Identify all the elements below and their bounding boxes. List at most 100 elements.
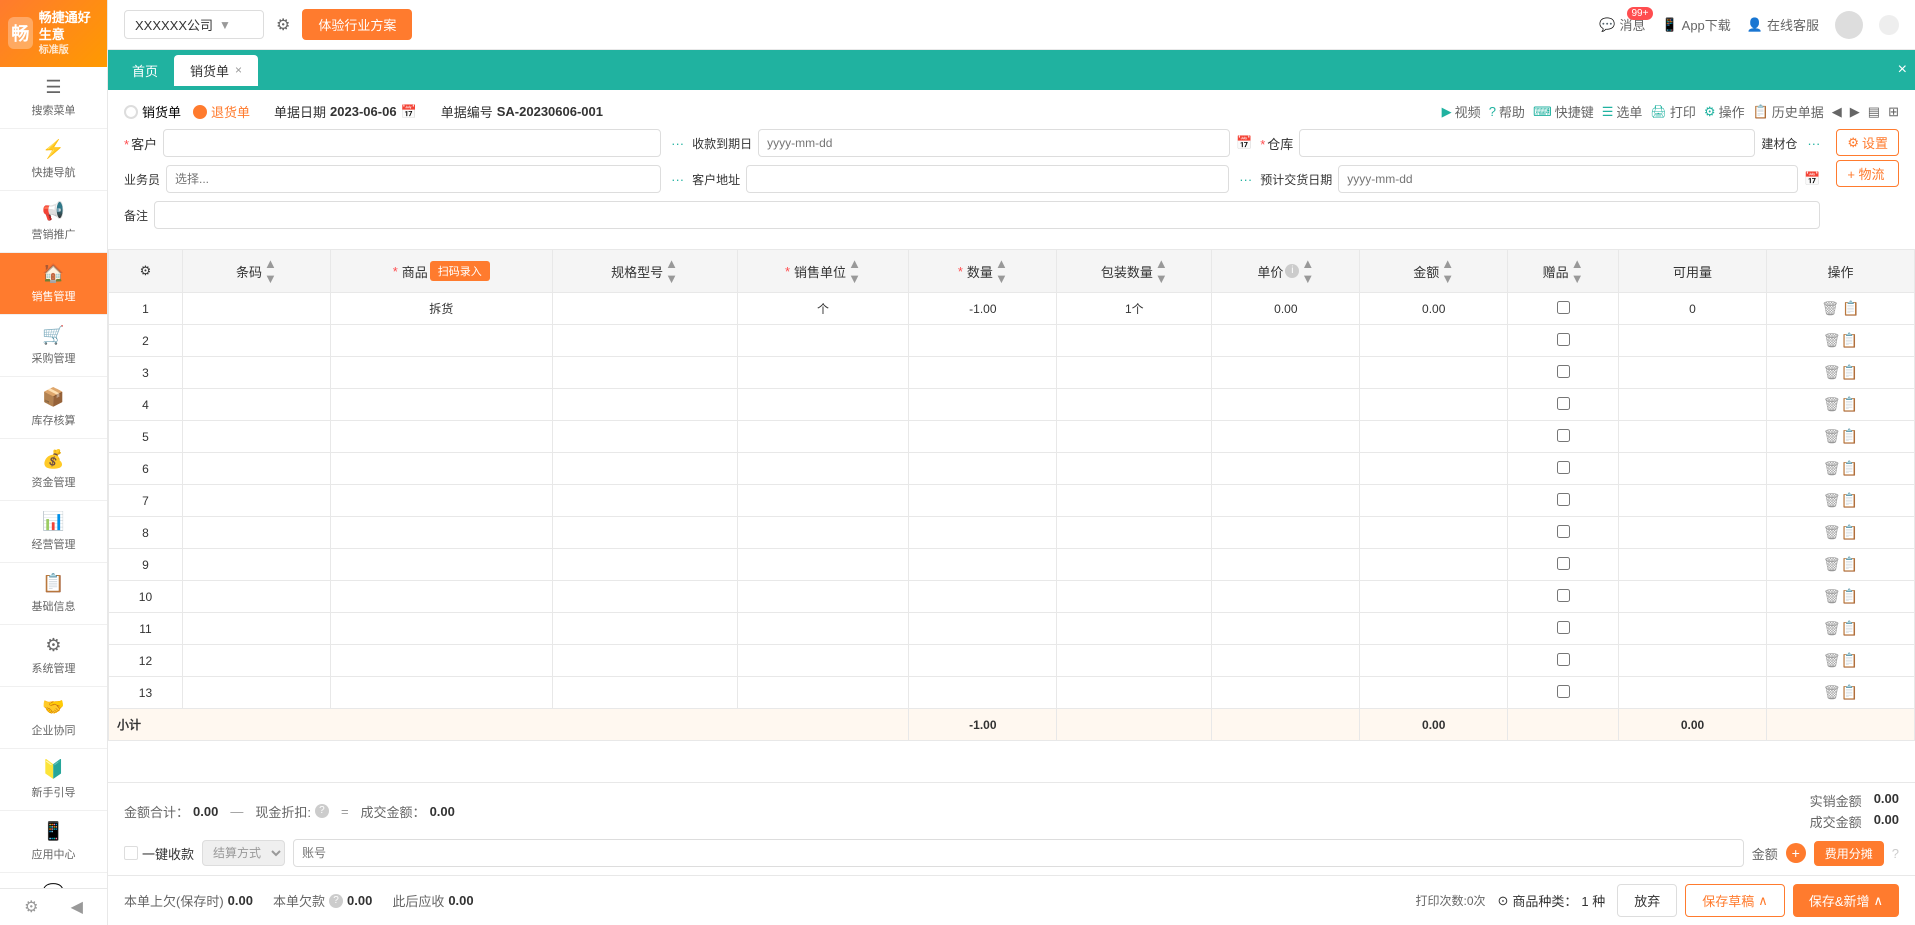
copy-icon[interactable]: 📋: [1841, 364, 1858, 380]
customer-more-icon[interactable]: ···: [671, 136, 684, 151]
payment-method-select[interactable]: 结算方式: [202, 840, 285, 866]
delete-icon[interactable]: 🗑: [1823, 620, 1841, 636]
sidebar-settings-icon[interactable]: ⚙: [24, 897, 38, 917]
row-price[interactable]: 0.00: [1212, 293, 1360, 325]
customer-address-input[interactable]: [746, 165, 1229, 193]
add-row-button[interactable]: +: [1786, 843, 1806, 863]
calendar-icon[interactable]: 📅: [401, 104, 417, 120]
customer-input[interactable]: [163, 129, 661, 157]
due-date-input[interactable]: [758, 129, 1230, 157]
gift-checkbox[interactable]: [1557, 653, 1570, 666]
price-info-icon[interactable]: i: [1285, 264, 1299, 278]
gift-checkbox[interactable]: [1557, 461, 1570, 474]
row-spec[interactable]: [552, 293, 737, 325]
logistics-button[interactable]: + 物流: [1836, 160, 1899, 187]
warehouse-more-icon[interactable]: ···: [1807, 136, 1820, 151]
sidebar-item-basic[interactable]: 📋 基础信息: [0, 563, 107, 625]
action-view2[interactable]: ⊞: [1888, 104, 1899, 120]
online-support-button[interactable]: 👤 在线客服: [1747, 15, 1819, 34]
warehouse-input[interactable]: [1299, 129, 1755, 157]
discard-button[interactable]: 放弃: [1617, 884, 1677, 917]
one-click-pay-item[interactable]: 一键收款: [124, 844, 194, 863]
due-date-calendar-icon[interactable]: 📅: [1236, 135, 1252, 151]
trial-button[interactable]: 体验行业方案: [302, 9, 412, 40]
copy-icon[interactable]: 📋: [1841, 428, 1858, 444]
action-prev[interactable]: ◀: [1832, 104, 1842, 120]
copy-icon[interactable]: 📋: [1841, 332, 1858, 348]
expected-delivery-input[interactable]: [1338, 165, 1798, 193]
setting-button[interactable]: ⚙ 设置: [1836, 129, 1899, 156]
app-download-button[interactable]: 📱 App下载: [1661, 15, 1730, 34]
gift-checkbox[interactable]: [1557, 429, 1570, 442]
tab-current[interactable]: 销货单 ×: [174, 55, 258, 86]
copy-icon[interactable]: 📋: [1841, 652, 1858, 668]
gift-checkbox[interactable]: [1557, 493, 1570, 506]
one-click-pay-checkbox[interactable]: [124, 846, 138, 860]
gift-checkbox[interactable]: [1557, 333, 1570, 346]
sidebar-item-wechat[interactable]: 💬 企业微信: [0, 873, 107, 888]
action-print[interactable]: 🖨打印: [1650, 102, 1696, 121]
gift-checkbox[interactable]: [1557, 589, 1570, 602]
save-draft-button[interactable]: 保存草稿 ∧: [1685, 884, 1785, 917]
delete-icon[interactable]: 🗑: [1823, 332, 1841, 348]
copy-icon[interactable]: 📋: [1841, 620, 1858, 636]
barcode-input[interactable]: [191, 302, 322, 316]
copy-icon[interactable]: 📋: [1841, 588, 1858, 604]
company-selector[interactable]: XXXXXX公司 ▼: [124, 10, 264, 39]
delete-icon[interactable]: 🗑: [1823, 428, 1841, 444]
delete-icon[interactable]: 🗑: [1823, 492, 1841, 508]
delete-icon[interactable]: 🗑: [1823, 684, 1841, 700]
copy-icon[interactable]: 📋: [1842, 300, 1859, 316]
account-input[interactable]: [293, 839, 1744, 867]
gift-checkbox[interactable]: [1557, 685, 1570, 698]
notes-input[interactable]: [154, 201, 1820, 229]
message-button[interactable]: 💬 消息 99+: [1599, 15, 1645, 34]
sidebar-item-inventory[interactable]: 📦 库存核算: [0, 377, 107, 439]
action-history[interactable]: 📋历史单据: [1753, 102, 1824, 121]
sidebar-item-marketing[interactable]: 📢 营销推广: [0, 191, 107, 253]
action-next[interactable]: ▶: [1850, 104, 1860, 120]
sidebar-item-system[interactable]: ⚙ 系统管理: [0, 625, 107, 687]
gift-checkbox[interactable]: [1557, 365, 1570, 378]
bill-short-info-icon[interactable]: ?: [329, 894, 343, 908]
copy-icon[interactable]: 📋: [1841, 396, 1858, 412]
avatar[interactable]: [1835, 11, 1863, 39]
radio-sale[interactable]: 销货单: [124, 102, 181, 121]
action-help[interactable]: ?帮助: [1489, 102, 1525, 121]
gift-checkbox[interactable]: [1557, 621, 1570, 634]
action-view1[interactable]: ▤: [1868, 104, 1880, 120]
row-barcode[interactable]: [182, 293, 330, 325]
gift-checkbox[interactable]: [1557, 557, 1570, 570]
copy-icon[interactable]: 📋: [1841, 556, 1858, 572]
scan-button[interactable]: 扫码录入: [430, 261, 490, 281]
sidebar-item-purchase[interactable]: 🛒 采购管理: [0, 315, 107, 377]
copy-icon[interactable]: 📋: [1841, 460, 1858, 476]
delete-icon[interactable]: 🗑: [1823, 556, 1841, 572]
tab-home[interactable]: 首页: [116, 53, 174, 88]
tab-close-icon[interactable]: ×: [235, 63, 242, 77]
salesperson-more-icon[interactable]: ···: [671, 172, 684, 187]
th-config[interactable]: ⚙: [109, 250, 183, 293]
sidebar-item-search[interactable]: ☰ 搜索菜单: [0, 67, 107, 129]
save-new-button[interactable]: 保存&新增 ∧: [1793, 884, 1899, 917]
copy-icon[interactable]: 📋: [1841, 684, 1858, 700]
delete-icon[interactable]: 🗑: [1823, 460, 1841, 476]
delete-icon[interactable]: 🗑: [1823, 588, 1841, 604]
settings-icon[interactable]: ⚙: [276, 15, 290, 35]
copy-icon[interactable]: 📋: [1841, 492, 1858, 508]
sidebar-item-sales[interactable]: 🏠 销售管理: [0, 253, 107, 315]
action-select[interactable]: ☰选单: [1602, 102, 1643, 121]
tab-bar-close-icon[interactable]: ×: [1898, 61, 1907, 79]
address-more-icon[interactable]: ···: [1239, 172, 1252, 187]
row-gift[interactable]: [1508, 293, 1619, 325]
radio-return[interactable]: 退货单: [193, 102, 250, 121]
gift-checkbox[interactable]: [1557, 301, 1570, 314]
delete-icon[interactable]: 🗑: [1821, 300, 1839, 316]
action-ops[interactable]: ⚙操作: [1704, 102, 1745, 121]
action-shortcut[interactable]: ⌨快捷键: [1533, 102, 1594, 121]
copy-icon[interactable]: 📋: [1841, 524, 1858, 540]
delete-icon[interactable]: 🗑: [1823, 364, 1841, 380]
sidebar-collapse-icon[interactable]: ◀: [71, 897, 83, 917]
salesperson-input[interactable]: [166, 165, 661, 193]
gift-checkbox[interactable]: [1557, 397, 1570, 410]
